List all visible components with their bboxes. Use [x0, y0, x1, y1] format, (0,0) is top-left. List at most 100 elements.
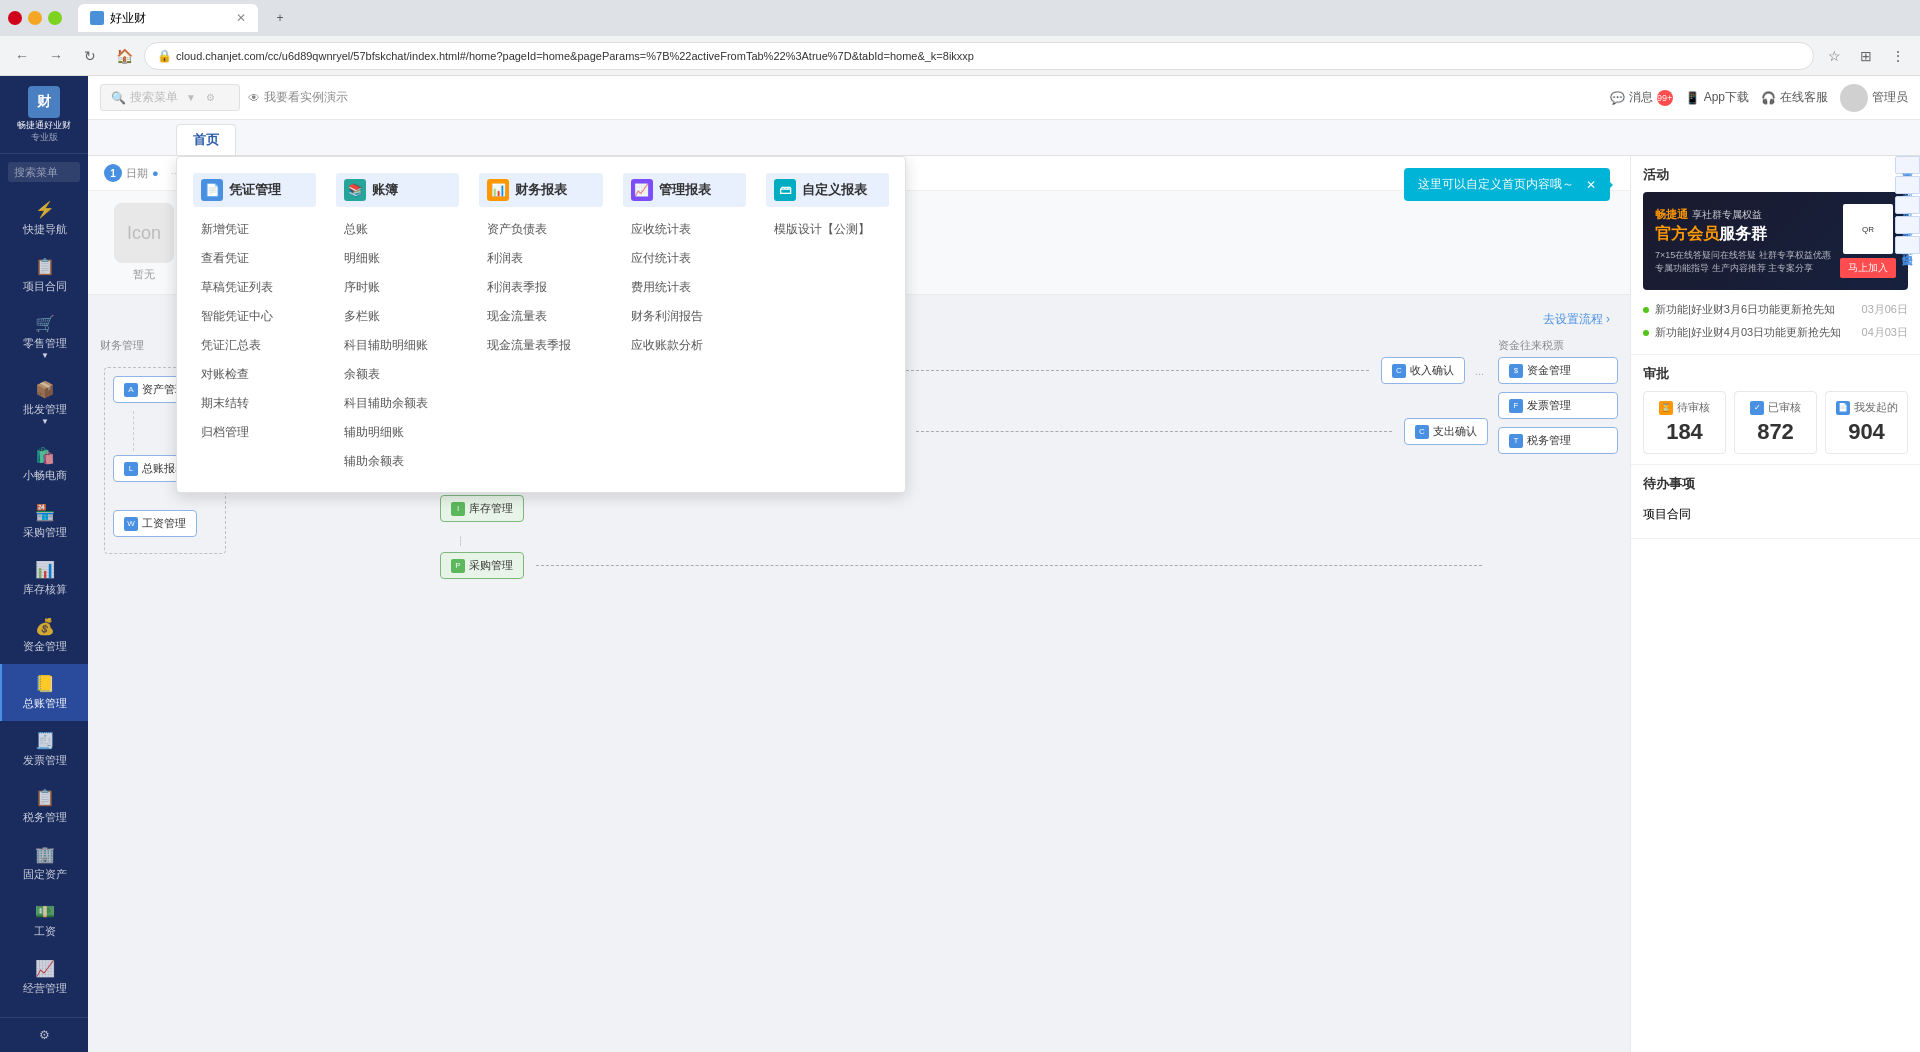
menu-receivable-stats[interactable]: 应收统计表 [623, 215, 746, 244]
sidebar-item-tax[interactable]: 📋 税务管理 [0, 778, 88, 835]
menu-new-voucher[interactable]: 新增凭证 [193, 215, 316, 244]
sidebar-item-inventory[interactable]: 📊 库存核算 [0, 550, 88, 607]
menu-subject-aux-detail[interactable]: 科目辅助明细账 [336, 331, 459, 360]
menu-profit-statement[interactable]: 利润表 [479, 244, 602, 273]
capital-mgmt-box[interactable]: $ 资金管理 [1498, 357, 1618, 384]
inventory-box[interactable]: I 库存管理 [440, 495, 524, 522]
sidebar-item-operations[interactable]: 📈 经营管理 [0, 949, 88, 1006]
sidebar-item-invoice[interactable]: 🧾 发票管理 [0, 721, 88, 778]
menu-account-check[interactable]: 对账检查 [193, 360, 316, 389]
tax-mgmt-box[interactable]: T 税务管理 [1498, 427, 1618, 454]
floating-tab-desktop[interactable]: 桌面快捷 [1895, 236, 1920, 254]
operations-icon: 📈 [35, 959, 55, 978]
menu-profit-report[interactable]: 财务利润报告 [623, 302, 746, 331]
menu-subject-aux-balance[interactable]: 科目辅助余额表 [336, 389, 459, 418]
my-submitted-card[interactable]: 📄 我发起的 904 [1825, 391, 1908, 454]
menu-cashflow-quarterly[interactable]: 现金流量表季报 [479, 331, 602, 360]
custom-report-title: 自定义报表 [802, 181, 867, 199]
income-confirm-box[interactable]: C 收入确认 [1381, 357, 1465, 384]
menu-general-ledger[interactable]: 总账 [336, 215, 459, 244]
menu-smart-voucher[interactable]: 智能凭证中心 [193, 302, 316, 331]
floating-tab-help[interactable]: 帮助中心 [1895, 176, 1920, 194]
online-support-action[interactable]: 🎧 在线客服 [1761, 89, 1828, 106]
sidebar-item-label: 采购管理 [23, 525, 67, 540]
menu-section-custom-report: 🗃 自定义报表 模版设计【公测】 [766, 173, 889, 476]
tab-bar: 首页 [88, 120, 1920, 156]
tab-close-btn[interactable]: ✕ [236, 11, 246, 25]
approved-card[interactable]: ✓ 已审核 872 [1734, 391, 1817, 454]
browser-minimize-btn[interactable] [28, 11, 42, 25]
floating-tab-community[interactable]: 服务社区 [1895, 216, 1920, 234]
sidebar-search-area [0, 154, 88, 190]
ledger-header: 📚 账簿 [336, 173, 459, 207]
purchase-icon: 🏪 [35, 503, 55, 522]
home-btn[interactable]: 🏠 [110, 42, 138, 70]
purchase-box[interactable]: P 采购管理 [440, 552, 524, 579]
sidebar-item-wholesale[interactable]: 📦 批发管理 ▼ [0, 370, 88, 436]
reload-btn[interactable]: ↻ [76, 42, 104, 70]
browser-maximize-btn[interactable] [48, 11, 62, 25]
sidebar-item-accounting[interactable]: 📒 总账管理 [0, 664, 88, 721]
mgmt-report-header: 📈 管理报表 [623, 173, 746, 207]
extensions-btn[interactable]: ⊞ [1852, 42, 1880, 70]
sidebar-item-marketing[interactable]: 📣 小畅营销 [0, 1006, 88, 1017]
payroll-box[interactable]: W 工资管理 [113, 510, 197, 537]
sidebar-item-ecommerce[interactable]: 🛍️ 小畅电商 [0, 436, 88, 493]
menu-receivable-analysis[interactable]: 应收账款分析 [623, 331, 746, 360]
top-search-box[interactable]: 🔍 搜索菜单 ▼ ⚙ [100, 84, 240, 111]
sidebar-settings-btn[interactable]: ⚙ [0, 1017, 88, 1052]
menu-draft-voucher[interactable]: 草稿凭证列表 [193, 273, 316, 302]
sidebar-item-quick-nav[interactable]: ⚡ 快捷导航 [0, 190, 88, 247]
menu-template-design[interactable]: 模版设计【公测】 [766, 215, 889, 244]
todo-item-project[interactable]: 项目合同 [1643, 501, 1908, 528]
sidebar-item-payroll[interactable]: 💵 工资 [0, 892, 88, 949]
browser-close-btn[interactable] [8, 11, 22, 25]
menu-sequence-ledger[interactable]: 序时账 [336, 273, 459, 302]
join-btn[interactable]: 马上加入 [1840, 258, 1896, 278]
forward-btn[interactable]: → [42, 42, 70, 70]
icon-card-empty-1[interactable]: Icon 暂无 [104, 203, 184, 282]
expense-confirm-box[interactable]: C 支出确认 [1404, 418, 1488, 445]
news-item-1[interactable]: 新功能|好业财3月6日功能更新抢先知 03月06日 [1643, 298, 1908, 321]
menu-profit-quarterly[interactable]: 利润表季报 [479, 273, 602, 302]
new-tab-btn[interactable]: + [266, 4, 294, 32]
menu-payable-stats[interactable]: 应付统计表 [623, 244, 746, 273]
floating-tab-support[interactable]: 客服热线 [1895, 196, 1920, 214]
menu-archive[interactable]: 归档管理 [193, 418, 316, 447]
message-action[interactable]: 💬 消息 99+ [1610, 89, 1673, 106]
sidebar-item-purchase[interactable]: 🏪 采购管理 [0, 493, 88, 550]
menu-expense-stats[interactable]: 费用统计表 [623, 273, 746, 302]
menu-aux-balance[interactable]: 辅助余额表 [336, 447, 459, 476]
sidebar-search-input[interactable] [8, 162, 80, 182]
menu-multi-col[interactable]: 多栏账 [336, 302, 459, 331]
more-btn[interactable]: ⋮ [1884, 42, 1912, 70]
menu-cashflow[interactable]: 现金流量表 [479, 302, 602, 331]
pending-approval-card[interactable]: ⏳ 待审核 184 [1643, 391, 1726, 454]
menu-period-close[interactable]: 期末结转 [193, 389, 316, 418]
todo-section: 待办事项 项目合同 [1631, 465, 1920, 539]
sidebar-item-fixed-assets[interactable]: 🏢 固定资产 [0, 835, 88, 892]
menu-voucher-summary[interactable]: 凭证汇总表 [193, 331, 316, 360]
app-download-action[interactable]: 📱 App下载 [1685, 89, 1749, 106]
back-btn[interactable]: ← [8, 42, 36, 70]
menu-balance-sheet[interactable]: 资产负债表 [479, 215, 602, 244]
news-item-2[interactable]: 新功能|好业财4月03日功能更新抢先知 04月03日 [1643, 321, 1908, 344]
sidebar-item-project[interactable]: 📋 项目合同 [0, 247, 88, 304]
demo-link[interactable]: 👁 我要看实例演示 [248, 89, 348, 106]
floating-tab-homepage[interactable]: 首页设置 [1895, 156, 1920, 174]
browser-tab-active[interactable]: 好业财 ✕ [78, 4, 258, 32]
menu-view-voucher[interactable]: 查看凭证 [193, 244, 316, 273]
menu-aux-detail[interactable]: 辅助明细账 [336, 418, 459, 447]
menu-sections: 📄 凭证管理 新增凭证 查看凭证 草稿凭证列表 智能凭证中心 凭证汇总表 对账检… [193, 173, 889, 476]
address-bar[interactable]: 🔒 cloud.chanjet.com/cc/u6d89qwnryel/57bf… [144, 42, 1814, 70]
tab-homepage[interactable]: 首页 [176, 124, 236, 155]
invoice-mgmt-box[interactable]: F 发票管理 [1498, 392, 1618, 419]
sidebar-item-capital[interactable]: 💰 资金管理 [0, 607, 88, 664]
bookmark-btn[interactable]: ☆ [1820, 42, 1848, 70]
menu-detail-ledger[interactable]: 明细账 [336, 244, 459, 273]
menu-balance[interactable]: 余额表 [336, 360, 459, 389]
user-profile[interactable]: 管理员 [1840, 84, 1908, 112]
set-flow-link[interactable]: 去设置流程 › [1535, 307, 1618, 332]
activity-banner[interactable]: 畅捷通 享社群专属权益 官方会员服务群 7×15在线答疑问在线答疑 社群专享权益… [1643, 192, 1908, 290]
sidebar-item-retail[interactable]: 🛒 零售管理 ▼ [0, 304, 88, 370]
